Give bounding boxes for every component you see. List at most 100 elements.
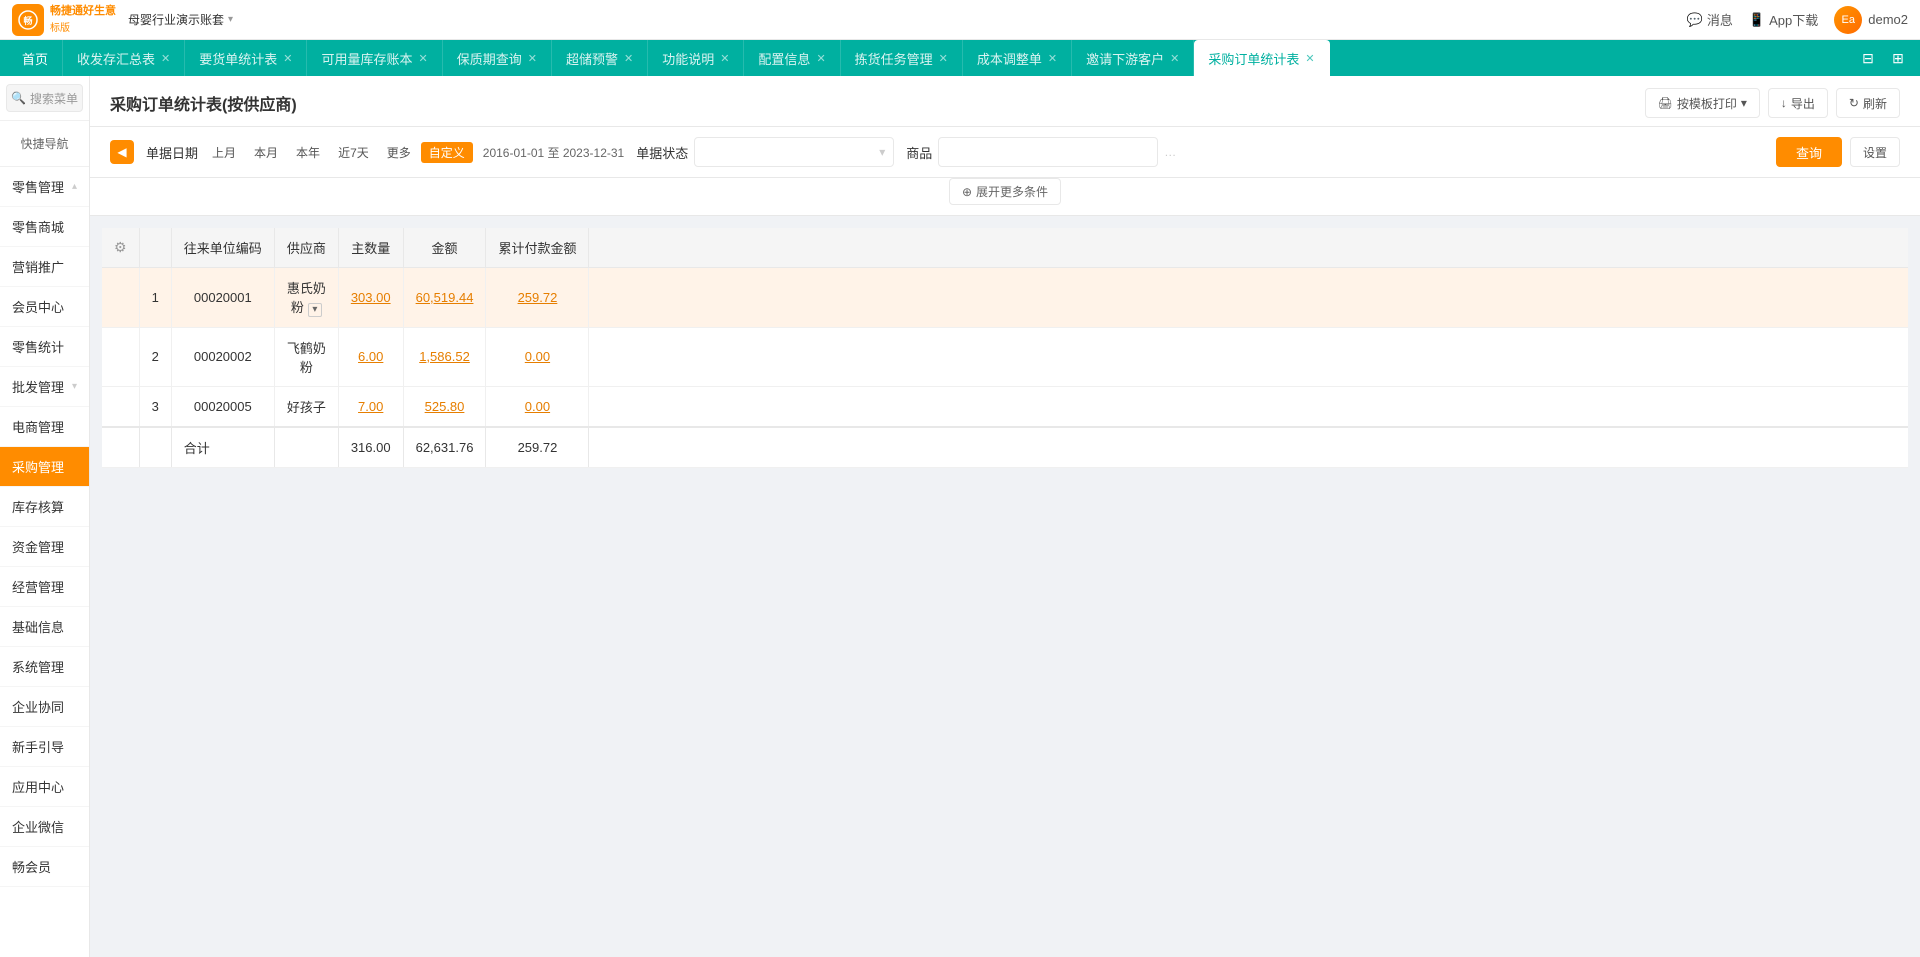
sidebar-item-retail-mgmt[interactable]: 零售管理 ▴ <box>0 167 89 207</box>
sidebar-item-enterprise-wechat[interactable]: 企业微信 <box>0 807 89 847</box>
tab-cost-adjust[interactable]: 成本调整单 ✕ <box>963 40 1072 76</box>
refresh-button[interactable]: ↻ 刷新 <box>1836 88 1900 118</box>
tab-order-summary-close[interactable]: ✕ <box>283 52 292 65</box>
date-last-month-button[interactable]: 上月 <box>204 142 244 163</box>
query-actions: 查询 设置 <box>1776 137 1900 167</box>
row-paid-amount-cell[interactable]: 259.72 <box>486 268 589 328</box>
sidebar-item-finance-mgmt[interactable]: 资金管理 <box>0 527 89 567</box>
tab-invite-downstream-label: 邀请下游客户 <box>1086 49 1164 68</box>
sidebar-item-marketing-label: 营销推广 <box>12 257 64 276</box>
search-icon: 🔍 <box>11 91 26 105</box>
sidebar-item-wholesale-mgmt[interactable]: 批发管理 ▾ <box>0 367 89 407</box>
sidebar-item-basic-info[interactable]: 基础信息 <box>0 607 89 647</box>
tab-cost-adjust-close[interactable]: ✕ <box>1048 52 1057 65</box>
tab-overstock-warning-close[interactable]: ✕ <box>624 52 633 65</box>
sidebar-item-member[interactable]: 畅会员 <box>0 847 89 887</box>
message-button[interactable]: 💬 消息 <box>1687 10 1733 29</box>
tab-purchase-summary[interactable]: 采购订单统计表 ✕ <box>1194 40 1329 76</box>
row-amount-cell[interactable]: 60,519.44 <box>403 268 486 328</box>
column-settings-icon[interactable]: ⚙ <box>114 239 127 255</box>
sidebar-item-operation-mgmt[interactable]: 经营管理 <box>0 567 89 607</box>
date-more-button[interactable]: 更多 <box>379 142 419 163</box>
app-download-button[interactable]: 📱 App下载 <box>1749 10 1818 29</box>
row-extra-cell <box>589 386 1908 427</box>
page-header: 采购订单统计表(按供应商) 🖨 按模板打印 ▾ ↓ 导出 ↻ 刷新 <box>90 76 1920 127</box>
tab-purchase-summary-close[interactable]: ✕ <box>1305 52 1314 65</box>
sidebar-item-enterprise-collab[interactable]: 企业协同 <box>0 687 89 727</box>
tab-invite-downstream[interactable]: 邀请下游客户 ✕ <box>1072 40 1194 76</box>
date-custom-tag[interactable]: 自定义 <box>421 142 473 163</box>
row-main-qty-cell[interactable]: 6.00 <box>338 327 403 386</box>
date-range-display: 2016-01-01 至 2023-12-31 <box>483 144 624 161</box>
export-button[interactable]: ↓ 导出 <box>1768 88 1828 118</box>
expand-more-conditions-button[interactable]: ⊕ 展开更多条件 <box>949 178 1061 205</box>
sidebar-item-system-mgmt[interactable]: 系统管理 <box>0 647 89 687</box>
date-this-year-button[interactable]: 本年 <box>288 142 328 163</box>
table-area: ⚙ 往来单位编码 供应商 主数量 金额 累计付款金额 1 00020001 <box>90 216 1920 957</box>
row-main-qty-cell[interactable]: 7.00 <box>338 386 403 427</box>
sidebar-item-ecommerce-mgmt[interactable]: 电商管理 <box>0 407 89 447</box>
date-shortcuts: 上月 本月 本年 近7天 更多 自定义 <box>204 142 473 163</box>
row-extra-cell <box>589 327 1908 386</box>
breadcrumb-select[interactable]: 母婴行业演示账套 ▾ <box>128 11 233 28</box>
user-area[interactable]: Ea demo2 <box>1834 6 1908 34</box>
tab-overstock-warning[interactable]: 超储预警 ✕ <box>552 40 648 76</box>
tab-order-summary[interactable]: 要货单统计表 ✕ <box>185 40 307 76</box>
sidebar-item-retail-shop-label: 零售商城 <box>12 217 64 236</box>
sidebar-item-retail-mgmt-label: 零售管理 <box>12 177 64 196</box>
row-supplier-code-cell: 00020002 <box>171 327 274 386</box>
footer-supplier-name-cell <box>274 427 338 468</box>
tab-receive-summary[interactable]: 收发存汇总表 ✕ <box>63 40 185 76</box>
expand-icon: ⊕ <box>962 185 972 199</box>
goods-search-input[interactable] <box>938 137 1158 167</box>
sidebar-item-purchase-mgmt[interactable]: 采购管理 <box>0 447 89 487</box>
tab-home[interactable]: 首页 <box>8 40 63 76</box>
logo-text: 畅捷通好生意 <box>50 5 116 18</box>
tab-task-mgmt[interactable]: 拣货任务管理 ✕ <box>841 40 963 76</box>
quick-nav-button[interactable]: 快捷导航 <box>6 129 83 158</box>
row-paid-amount-cell[interactable]: 0.00 <box>486 386 589 427</box>
sidebar-item-app-center[interactable]: 应用中心 <box>0 767 89 807</box>
sidebar-item-app-center-label: 应用中心 <box>12 777 64 796</box>
row-paid-amount-cell[interactable]: 0.00 <box>486 327 589 386</box>
print-label: 按模板打印 <box>1677 95 1737 112</box>
tab-available-stock-close[interactable]: ✕ <box>419 52 428 65</box>
row-supplier-name-cell: 好孩子 <box>274 386 338 427</box>
nav-window-restore-button[interactable]: ⊟ <box>1854 44 1882 72</box>
row-main-qty-cell[interactable]: 303.00 <box>338 268 403 328</box>
tab-shelf-life[interactable]: 保质期查询 ✕ <box>443 40 552 76</box>
tab-config-info-close[interactable]: ✕ <box>816 52 825 65</box>
sidebar-item-retail-stats[interactable]: 零售统计 <box>0 327 89 367</box>
tab-task-mgmt-close[interactable]: ✕ <box>939 52 948 65</box>
tab-shelf-life-close[interactable]: ✕ <box>528 52 537 65</box>
nav-window-maximize-button[interactable]: ⊞ <box>1884 44 1912 72</box>
goods-more-icon[interactable]: … <box>1164 145 1176 159</box>
sidebar: 🔍 搜索菜单 快捷导航 零售管理 ▴ 零售商城 营销推广 会员中心 零售统计 批… <box>0 76 90 957</box>
date-this-month-button[interactable]: 本月 <box>246 142 286 163</box>
sidebar-item-retail-shop[interactable]: 零售商城 <box>0 207 89 247</box>
status-select[interactable]: ▾ <box>694 137 894 167</box>
sidebar-search-area: 🔍 搜索菜单 <box>0 76 89 121</box>
print-button[interactable]: 🖨 按模板打印 ▾ <box>1645 88 1760 118</box>
row-amount-cell[interactable]: 1,586.52 <box>403 327 486 386</box>
row-amount-cell[interactable]: 525.80 <box>403 386 486 427</box>
row-supplier-name-cell: 飞鹤奶粉 <box>274 327 338 386</box>
filter-collapse-button[interactable]: ◀ <box>110 140 134 164</box>
tab-config-info[interactable]: 配置信息 ✕ <box>744 40 840 76</box>
sidebar-item-marketing[interactable]: 营销推广 <box>0 247 89 287</box>
tab-receive-summary-close[interactable]: ✕ <box>161 52 170 65</box>
tab-function-desc[interactable]: 功能说明 ✕ <box>648 40 744 76</box>
tab-function-desc-close[interactable]: ✕ <box>720 52 729 65</box>
tab-available-stock[interactable]: 可用量库存账本 ✕ <box>307 40 442 76</box>
sidebar-item-inventory-check[interactable]: 库存核算 <box>0 487 89 527</box>
sidebar-item-new-user-guide[interactable]: 新手引导 <box>0 727 89 767</box>
goods-filter-label: 商品 <box>906 143 932 162</box>
search-menu-button[interactable]: 🔍 搜索菜单 <box>6 84 83 112</box>
tab-shelf-life-label: 保质期查询 <box>457 49 522 68</box>
tab-invite-downstream-close[interactable]: ✕ <box>1170 52 1179 65</box>
page-header-actions: 🖨 按模板打印 ▾ ↓ 导出 ↻ 刷新 <box>1645 88 1900 118</box>
query-button[interactable]: 查询 <box>1776 137 1842 167</box>
date-last-7days-button[interactable]: 近7天 <box>330 142 377 163</box>
sidebar-item-member-center[interactable]: 会员中心 <box>0 287 89 327</box>
settings-button[interactable]: 设置 <box>1850 137 1900 167</box>
